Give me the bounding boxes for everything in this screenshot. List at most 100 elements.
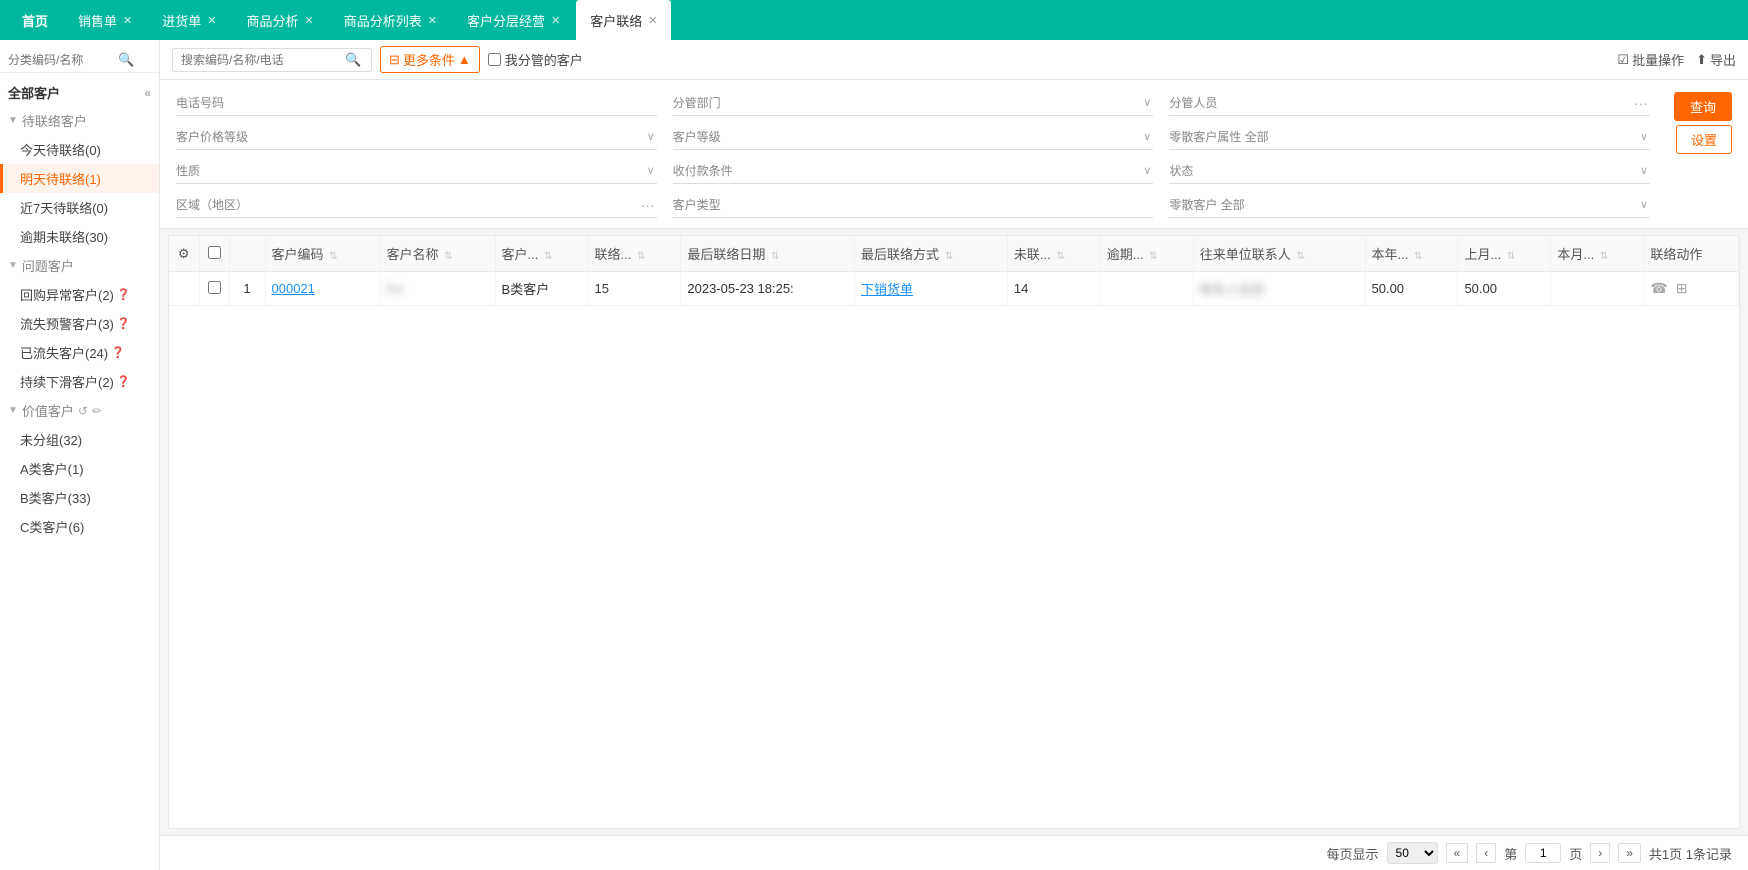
value-edit-icon[interactable]: ✏ [92,404,102,418]
sidebar-collapse-icon[interactable]: « [144,86,151,100]
col-name[interactable]: 客户名称 ⇅ [380,236,495,272]
nav-customer-contact[interactable]: 客户联络 ✕ [576,0,671,40]
last-page-btn[interactable]: » [1618,843,1641,863]
sidebar-item-churned[interactable]: 已流失客户(24) ❓ [0,338,159,367]
col-unit-contact[interactable]: 往来单位联系人 ⇅ [1193,236,1365,272]
col-number [229,236,265,272]
nav-sales[interactable]: 销售单 ✕ [64,0,146,40]
close-purchase-icon[interactable]: ✕ [207,14,216,27]
export-btn[interactable]: ⬆ 导出 [1696,50,1736,69]
search-input[interactable] [181,53,341,67]
close-customer-contact-icon[interactable]: ✕ [648,14,657,27]
value-refresh-icon[interactable]: ↺ [78,404,88,418]
help-icon-3[interactable]: ❓ [117,375,131,388]
sort-last-contact-method-icon[interactable]: ⇅ [945,251,953,262]
page-input[interactable] [1525,843,1561,863]
scatter-attr-dropdown-icon[interactable]: ∨ [1640,130,1648,143]
nav-home[interactable]: 首页 [8,0,62,40]
sort-no-contact-icon[interactable]: ⇅ [1056,251,1064,262]
my-customers-checkbox[interactable] [488,53,501,66]
sidebar-item-declining[interactable]: 持续下滑客户(2) ❓ [0,367,159,396]
select-all-checkbox[interactable] [208,246,221,259]
batch-operation-btn[interactable]: ☑ 批量操作 [1617,50,1684,69]
per-page-select[interactable]: 50 100 200 [1387,842,1438,864]
sidebar-problem-section[interactable]: 问题客户 [0,251,159,280]
sidebar-item-repurchase-abnormal[interactable]: 回购异常客户(2) ❓ [0,280,159,309]
sort-last-contact-date-icon[interactable]: ⇅ [771,251,779,262]
sidebar-search-input[interactable] [8,53,118,67]
sort-unit-contact-icon[interactable]: ⇅ [1296,251,1304,262]
sidebar-all-customers[interactable]: 全部客户 « [0,77,159,106]
row-checkbox[interactable] [199,272,229,306]
customer-table: ⚙ 客户编码 ⇅ 客户名称 ⇅ [169,236,1739,306]
sidebar-item-a-class[interactable]: A类客户(1) [0,454,159,483]
sidebar-item-c-class[interactable]: C类客户(6) [0,512,159,541]
col-overdue[interactable]: 逾期... ⇅ [1100,236,1193,272]
nav-product-analysis[interactable]: 商品分析 ✕ [232,0,327,40]
col-code[interactable]: 客户编码 ⇅ [265,236,380,272]
sidebar-item-b-class[interactable]: B类客户(33) [0,483,159,512]
manager-dots-icon[interactable]: ··· [1634,95,1648,111]
query-button[interactable]: 查询 [1674,92,1732,121]
col-type[interactable]: 客户... ⇅ [495,236,588,272]
row-select-checkbox[interactable] [208,281,221,294]
prev-page-btn[interactable]: ‹ [1476,843,1496,863]
filter-search-icon[interactable]: 🔍 [345,52,361,68]
row-action-grid-icon[interactable]: ⊞ [1676,280,1688,297]
sort-this-year-icon[interactable]: ⇅ [1414,251,1422,262]
row-last-contact-method[interactable]: 下销货单 [854,272,1007,306]
col-checkbox[interactable] [199,236,229,272]
sidebar-search-icon[interactable]: 🔍 [118,52,134,68]
nav-product-analysis-list[interactable]: 商品分析列表 ✕ [330,0,451,40]
help-icon-1[interactable]: ❓ [117,317,131,330]
setting-button[interactable]: 设置 [1676,125,1732,154]
scatter-customer-dropdown-icon[interactable]: ∨ [1640,198,1648,211]
sidebar-item-7days-contact[interactable]: 近7天待联络(0) [0,193,159,222]
sort-name-icon[interactable]: ⇅ [444,251,452,262]
first-page-btn[interactable]: « [1446,843,1469,863]
sidebar-item-overdue-contact[interactable]: 逾期未联络(30) [0,222,159,251]
customer-level-dropdown-icon[interactable]: ∨ [1143,130,1151,143]
close-customer-segment-icon[interactable]: ✕ [551,14,560,27]
close-product-analysis-icon[interactable]: ✕ [305,14,314,27]
col-last-month[interactable]: 上月... ⇅ [1458,236,1551,272]
sort-overdue-icon[interactable]: ⇅ [1149,251,1157,262]
sort-this-month-icon[interactable]: ⇅ [1600,251,1608,262]
sort-contact-icon[interactable]: ⇅ [637,251,645,262]
price-level-dropdown-icon[interactable]: ∨ [647,130,655,143]
sort-code-icon[interactable]: ⇅ [329,251,337,262]
sidebar-item-churn-warning[interactable]: 流失预警客户(3) ❓ [0,309,159,338]
my-customers-checkbox-label[interactable]: 我分管的客户 [488,50,583,69]
col-this-year[interactable]: 本年... ⇅ [1365,236,1458,272]
close-product-analysis-list-icon[interactable]: ✕ [428,14,437,27]
close-sales-icon[interactable]: ✕ [123,14,132,27]
col-this-month[interactable]: 本月... ⇅ [1551,236,1644,272]
col-last-contact-date[interactable]: 最后联络日期 ⇅ [681,236,855,272]
col-last-contact-method[interactable]: 最后联络方式 ⇅ [854,236,1007,272]
sort-type-icon[interactable]: ⇅ [544,251,552,262]
sort-last-month-icon[interactable]: ⇅ [1507,251,1515,262]
row-last-month: 50.00 [1458,272,1551,306]
payment-dropdown-icon[interactable]: ∨ [1143,164,1151,177]
col-gear[interactable]: ⚙ [169,236,199,272]
nav-customer-segment[interactable]: 客户分层经营 ✕ [453,0,574,40]
row-code[interactable]: 000021 [265,272,380,306]
sidebar-item-today-contact[interactable]: 今天待联络(0) [0,135,159,164]
more-criteria-btn[interactable]: ⊟ 更多条件 ▲ [380,46,480,73]
nav-purchase[interactable]: 进货单 ✕ [148,0,230,40]
help-icon-0[interactable]: ❓ [117,288,131,301]
nature-dropdown-icon[interactable]: ∨ [647,164,655,177]
region-dots-icon[interactable]: ··· [641,197,655,213]
col-contact[interactable]: 联络... ⇅ [588,236,681,272]
row-action-contact-icon[interactable]: ☎ [1650,280,1667,297]
sidebar-item-ungrouped[interactable]: 未分组(32) [0,425,159,454]
col-no-contact[interactable]: 未联... ⇅ [1007,236,1100,272]
help-icon-2[interactable]: ❓ [111,346,125,359]
sidebar-value-section[interactable]: 价值客户 ↺ ✏ [0,396,159,425]
sidebar-item-tomorrow-contact[interactable]: 明天待联络(1) [0,164,159,193]
sidebar-waiting-section[interactable]: 待联络客户 [0,106,159,135]
next-page-btn[interactable]: › [1590,843,1610,863]
row-name[interactable]: Ea [380,272,495,306]
department-dropdown-icon[interactable]: ∨ [1143,96,1151,109]
status-dropdown-icon[interactable]: ∨ [1640,164,1648,177]
